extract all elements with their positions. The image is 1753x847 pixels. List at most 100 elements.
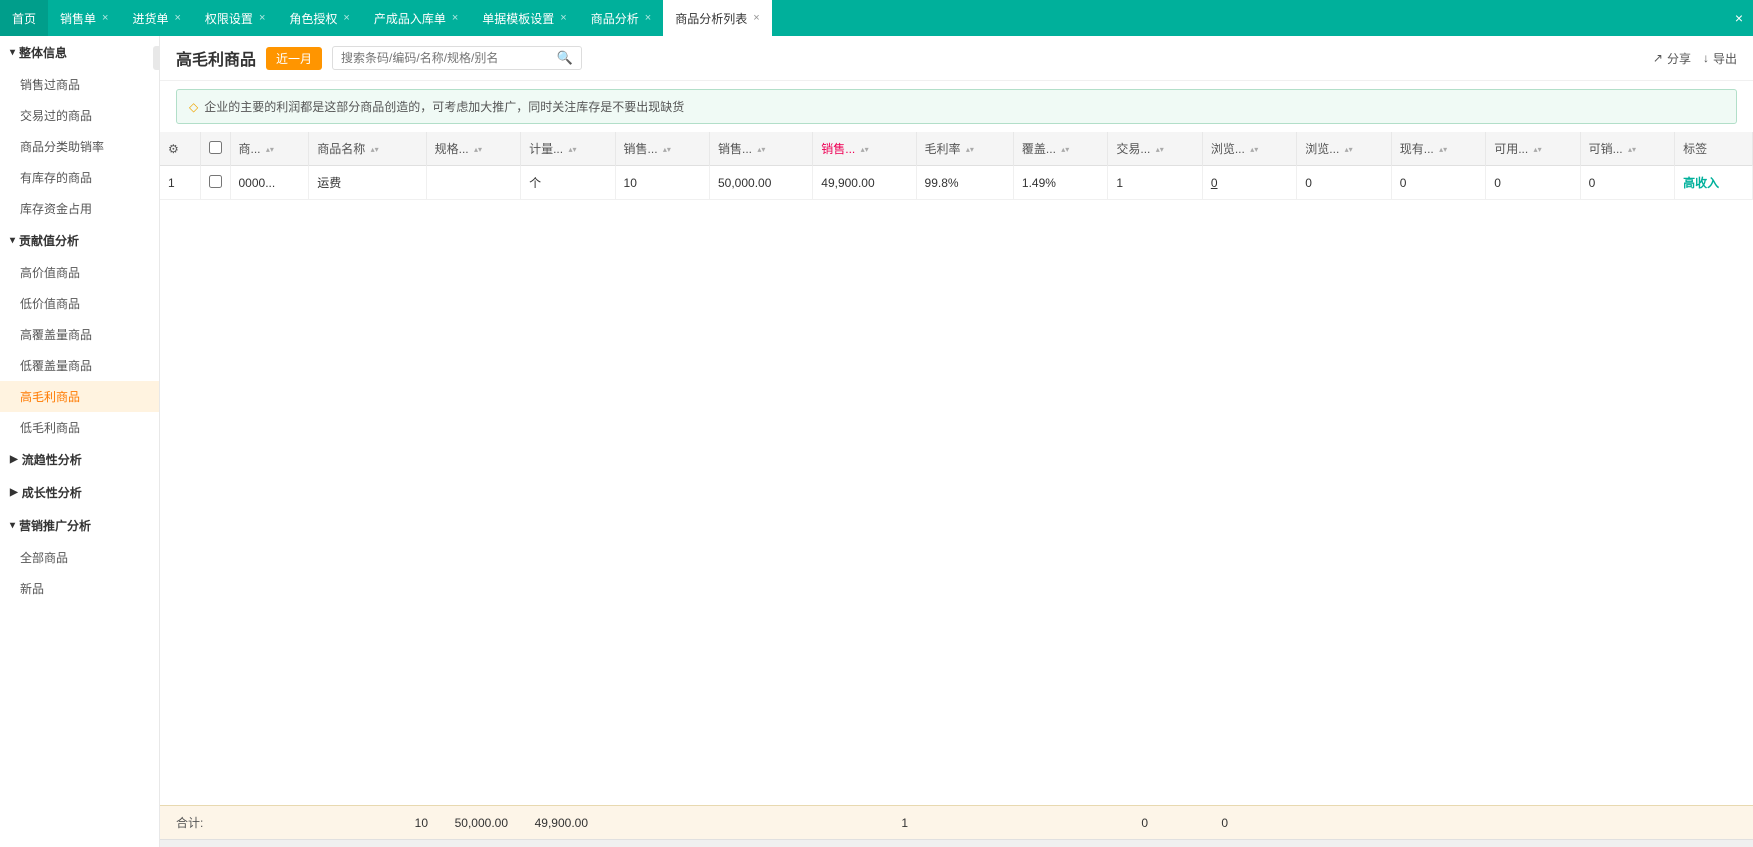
sort-saleable-icon[interactable]: ▴▾	[1628, 145, 1636, 154]
cell-checkbox	[200, 166, 230, 200]
page-title: 高毛利商品	[176, 46, 256, 70]
col-coverage[interactable]: 覆盖... ▴▾	[1013, 132, 1107, 166]
col-tag[interactable]: 标签	[1675, 132, 1753, 166]
sidebar: 《 ▾ 整体信息 销售过商品 交易过的商品 商品分类助销率 有库存的商品 库存资…	[0, 36, 160, 847]
sort-sales-amount-icon[interactable]: ▴▾	[757, 145, 765, 154]
footer-total: 合计: 10 50,000.00 49,900.00 1 0 0	[160, 805, 1753, 839]
sidebar-item-high-margin-goods[interactable]: 高毛利商品	[0, 381, 159, 412]
sidebar-item-low-freq-goods[interactable]: 低覆盖量商品	[0, 350, 159, 381]
footer-cell-sales-qty: 10	[236, 816, 436, 830]
sidebar-item-sales-goods[interactable]: 销售过商品	[0, 69, 159, 100]
sidebar-item-traded-goods[interactable]: 交易过的商品	[0, 100, 159, 131]
col-browse2[interactable]: 浏览... ▴▾	[1297, 132, 1391, 166]
col-unit[interactable]: 计量... ▴▾	[521, 132, 615, 166]
close-all-button[interactable]: ×	[1735, 10, 1753, 26]
cell-coverage: 1.49%	[1013, 166, 1107, 200]
sort-current-stock-icon[interactable]: ▴▾	[1439, 145, 1447, 154]
sidebar-item-in-stock-goods[interactable]: 有库存的商品	[0, 162, 159, 193]
close-permission-icon[interactable]: ×	[259, 12, 265, 24]
sidebar-item-stock-fund[interactable]: 库存资金占用	[0, 193, 159, 224]
sort-browse2-icon[interactable]: ▴▾	[1345, 145, 1353, 154]
footer-cells: 10 50,000.00 49,900.00 1 0 0	[236, 816, 1236, 830]
cell-spec	[426, 166, 520, 200]
cell-goods-name: 运费	[309, 166, 426, 200]
nav-tab-role-permission[interactable]: 角色授权 ×	[277, 0, 361, 36]
footer-cell-transaction: 1	[716, 816, 916, 830]
nav-tab-sales-order[interactable]: 销售单 ×	[48, 0, 120, 36]
main-layout: 《 ▾ 整体信息 销售过商品 交易过的商品 商品分类助销率 有库存的商品 库存资…	[0, 36, 1753, 847]
sort-goods-name-icon[interactable]: ▴▾	[371, 145, 379, 154]
row-checkbox[interactable]	[209, 175, 222, 188]
settings-col-icon[interactable]: ⚙	[168, 142, 179, 156]
sidebar-group-overall-info[interactable]: ▾ 整体信息	[0, 36, 159, 69]
info-banner: ◇ 企业的主要的利润都是这部分商品创造的，可考虑加大推广，同时关注库存是不要出现…	[176, 89, 1737, 124]
sidebar-item-high-value-goods[interactable]: 高价值商品	[0, 257, 159, 288]
close-product-analysis-icon[interactable]: ×	[645, 12, 651, 24]
search-icon[interactable]: 🔍	[557, 50, 573, 66]
close-product-analysis-list-icon[interactable]: ×	[753, 12, 759, 24]
col-saleable[interactable]: 可销... ▴▾	[1580, 132, 1674, 166]
arrow-marketing-analysis-icon: ▾	[10, 520, 15, 531]
close-purchase-order-icon[interactable]: ×	[174, 12, 180, 24]
col-spec[interactable]: 规格... ▴▾	[426, 132, 520, 166]
sort-browse1-icon[interactable]: ▴▾	[1250, 145, 1258, 154]
nav-tab-product-analysis[interactable]: 商品分析 ×	[579, 0, 663, 36]
col-sales-amount[interactable]: 销售... ▴▾	[710, 132, 813, 166]
nav-tab-product-analysis-list[interactable]: 商品分析列表 ×	[663, 0, 771, 36]
sidebar-collapse-button[interactable]: 《	[153, 46, 160, 70]
search-input[interactable]	[341, 51, 557, 65]
close-order-template-icon[interactable]: ×	[560, 12, 566, 24]
footer-cell-sales-amount: 50,000.00	[436, 816, 516, 830]
col-goods-name[interactable]: 商品名称 ▴▾	[309, 132, 426, 166]
cell-sales-amount: 50,000.00	[710, 166, 813, 200]
content-header: 高毛利商品 近一月 🔍 ↗ 分享 ↓ 导出	[160, 36, 1753, 81]
close-sales-order-icon[interactable]: ×	[102, 12, 108, 24]
col-margin-rate[interactable]: 毛利率 ▴▾	[916, 132, 1013, 166]
sort-available-icon[interactable]: ▴▾	[1534, 145, 1542, 154]
sort-goods-code-icon[interactable]: ▴▾	[266, 145, 274, 154]
sidebar-item-new-goods[interactable]: 新品	[0, 573, 159, 604]
sidebar-group-growth-analysis[interactable]: ▶ 成长性分析	[0, 476, 159, 509]
cell-goods-code[interactable]: 0000...	[230, 166, 309, 200]
sidebar-group-marketing-analysis[interactable]: ▾ 营销推广分析	[0, 509, 159, 542]
footer-cell-saleable: 0	[1156, 816, 1236, 830]
sort-transaction-icon[interactable]: ▴▾	[1156, 145, 1164, 154]
nav-tab-home[interactable]: 首页	[0, 0, 48, 36]
sidebar-item-goods-contrib-rate[interactable]: 商品分类助销率	[0, 131, 159, 162]
sort-coverage-icon[interactable]: ▴▾	[1061, 145, 1069, 154]
bottom-scrollbar[interactable]	[160, 839, 1753, 847]
sidebar-item-low-value-goods[interactable]: 低价值商品	[0, 288, 159, 319]
nav-tab-product-entry[interactable]: 产成品入库单 ×	[362, 0, 470, 36]
footer-cell-spacer2	[916, 816, 1076, 830]
sort-unit-icon[interactable]: ▴▾	[568, 145, 576, 154]
export-button[interactable]: ↓ 导出	[1703, 50, 1737, 67]
close-product-entry-icon[interactable]: ×	[452, 12, 458, 24]
col-browse1[interactable]: 浏览... ▴▾	[1202, 132, 1296, 166]
select-all-checkbox[interactable]	[209, 141, 222, 154]
sidebar-item-high-freq-goods[interactable]: 高覆盖量商品	[0, 319, 159, 350]
nav-tab-purchase-order[interactable]: 进货单 ×	[120, 0, 192, 36]
col-available[interactable]: 可用... ▴▾	[1486, 132, 1580, 166]
nav-tab-permission-settings[interactable]: 权限设置 ×	[193, 0, 277, 36]
sort-margin-rate-icon[interactable]: ▴▾	[966, 145, 974, 154]
col-transaction[interactable]: 交易... ▴▾	[1108, 132, 1202, 166]
sort-sales-profit-icon[interactable]: ▴▾	[861, 145, 869, 154]
sort-spec-icon[interactable]: ▴▾	[474, 145, 482, 154]
share-button[interactable]: ↗ 分享	[1653, 50, 1691, 67]
sidebar-item-all-goods[interactable]: 全部商品	[0, 542, 159, 573]
arrow-trend-analysis-icon: ▶	[10, 454, 18, 465]
close-role-icon[interactable]: ×	[343, 12, 349, 24]
cell-browse1[interactable]: 0	[1202, 166, 1296, 200]
content-area: 高毛利商品 近一月 🔍 ↗ 分享 ↓ 导出 ◇ 企业的主要的利润都是这部分商品创…	[160, 36, 1753, 847]
col-sales-profit[interactable]: 销售... ▴▾	[813, 132, 916, 166]
sidebar-item-low-margin-goods[interactable]: 低毛利商品	[0, 412, 159, 443]
nav-tab-order-template[interactable]: 单据模板设置 ×	[470, 0, 578, 36]
footer-label: 合计:	[176, 814, 216, 831]
sort-sales-qty-icon[interactable]: ▴▾	[663, 145, 671, 154]
sidebar-group-financial-analysis[interactable]: ▾ 贡献值分析	[0, 224, 159, 257]
filter-recent-month-button[interactable]: 近一月	[266, 47, 322, 70]
col-sales-qty[interactable]: 销售... ▴▾	[615, 132, 709, 166]
col-current-stock[interactable]: 现有... ▴▾	[1391, 132, 1485, 166]
col-goods-code[interactable]: 商... ▴▾	[230, 132, 309, 166]
sidebar-group-trend-analysis[interactable]: ▶ 流趋性分析	[0, 443, 159, 476]
